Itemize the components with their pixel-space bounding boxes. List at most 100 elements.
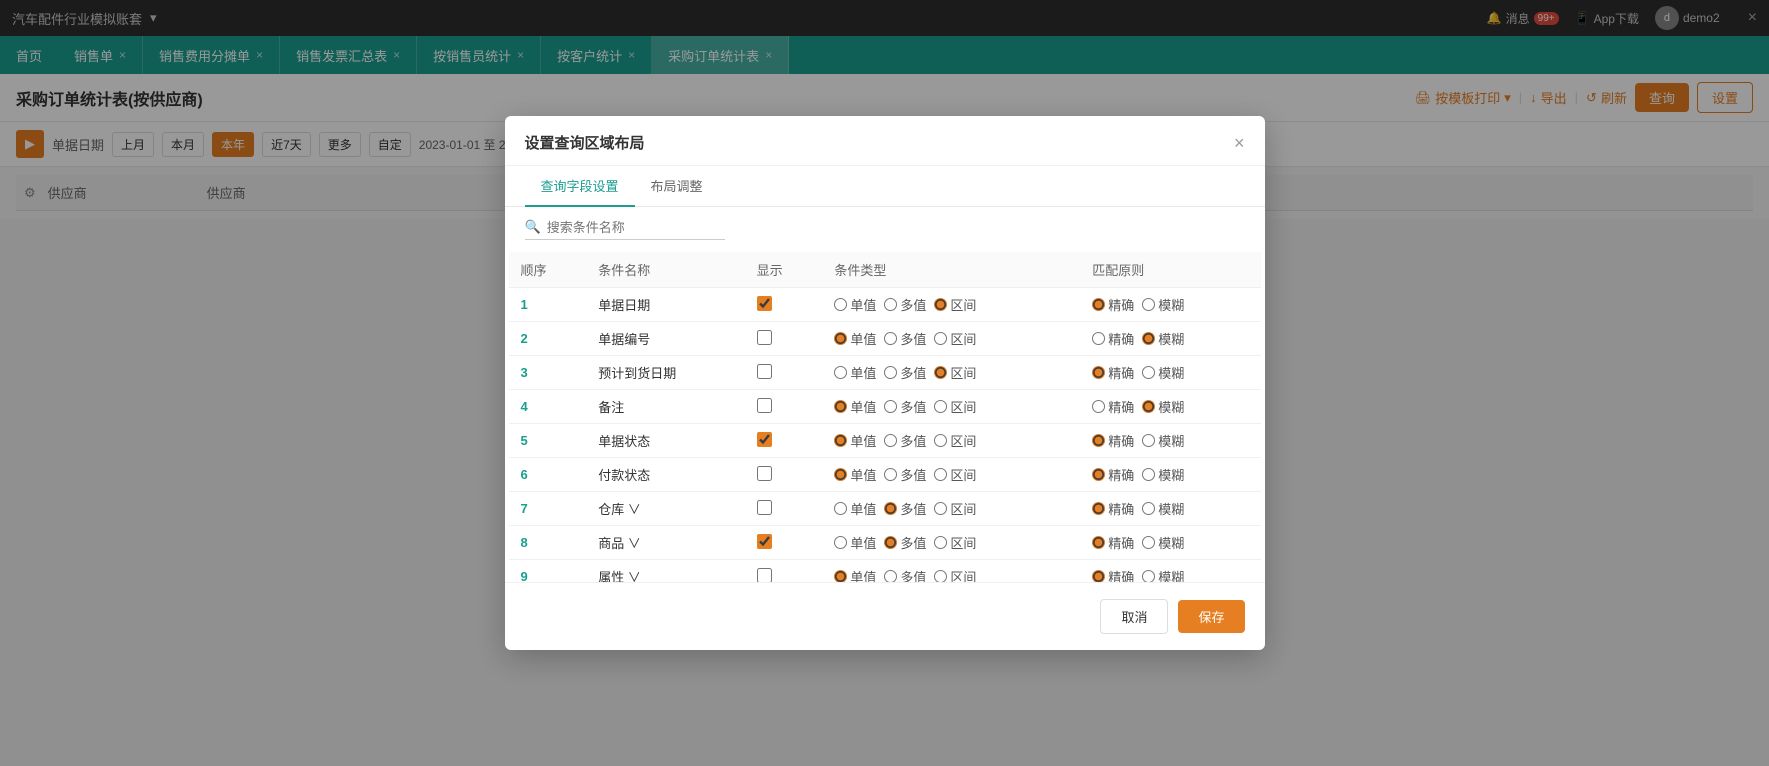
type-range-radio[interactable] xyxy=(934,536,947,549)
type-single-label[interactable]: 单值 xyxy=(834,329,876,348)
match-fuzzy-radio[interactable] xyxy=(1142,468,1155,481)
match-fuzzy-radio[interactable] xyxy=(1142,502,1155,515)
row-match-cell[interactable]: 精确 模糊 xyxy=(1080,424,1260,458)
match-fuzzy-label[interactable]: 模糊 xyxy=(1142,397,1184,416)
row-type-cell[interactable]: 单值 多值 区间 xyxy=(822,390,1080,424)
row-match-cell[interactable]: 精确 模糊 xyxy=(1080,356,1260,390)
type-range-radio[interactable] xyxy=(934,468,947,481)
dialog-close-button[interactable]: × xyxy=(1234,134,1245,152)
match-fuzzy-label[interactable]: 模糊 xyxy=(1142,465,1184,484)
row-type-cell[interactable]: 单值 多值 区间 xyxy=(822,322,1080,356)
row-match-cell[interactable]: 精确 模糊 xyxy=(1080,560,1260,583)
match-fuzzy-label[interactable]: 模糊 xyxy=(1142,533,1184,552)
match-fuzzy-radio[interactable] xyxy=(1142,298,1155,311)
type-range-label[interactable]: 区间 xyxy=(934,567,976,582)
type-multi-label[interactable]: 多值 xyxy=(884,329,926,348)
type-multi-label[interactable]: 多值 xyxy=(884,465,926,484)
type-single-label[interactable]: 单值 xyxy=(834,431,876,450)
type-multi-radio[interactable] xyxy=(884,434,897,447)
match-exact-label[interactable]: 精确 xyxy=(1092,465,1134,484)
display-checkbox-5[interactable] xyxy=(757,432,772,447)
row-display-cell[interactable] xyxy=(745,458,823,492)
type-multi-radio[interactable] xyxy=(884,366,897,379)
row-type-cell[interactable]: 单值 多值 区间 xyxy=(822,526,1080,560)
type-range-radio[interactable] xyxy=(934,502,947,515)
match-fuzzy-label[interactable]: 模糊 xyxy=(1142,499,1184,518)
type-multi-label[interactable]: 多值 xyxy=(884,533,926,552)
match-fuzzy-radio[interactable] xyxy=(1142,434,1155,447)
match-exact-radio[interactable] xyxy=(1092,400,1105,413)
display-checkbox-1[interactable] xyxy=(757,296,772,311)
type-single-radio[interactable] xyxy=(834,570,847,582)
row-display-cell[interactable] xyxy=(745,288,823,322)
display-checkbox-6[interactable] xyxy=(757,466,772,481)
type-multi-radio[interactable] xyxy=(884,468,897,481)
type-range-radio[interactable] xyxy=(934,332,947,345)
display-checkbox-9[interactable] xyxy=(757,568,772,583)
display-checkbox-4[interactable] xyxy=(757,398,772,413)
row-display-cell[interactable] xyxy=(745,356,823,390)
row-match-cell[interactable]: 精确 模糊 xyxy=(1080,390,1260,424)
type-range-radio[interactable] xyxy=(934,400,947,413)
type-single-radio[interactable] xyxy=(834,536,847,549)
type-multi-radio[interactable] xyxy=(884,332,897,345)
row-display-cell[interactable] xyxy=(745,526,823,560)
type-single-radio[interactable] xyxy=(834,468,847,481)
row-match-cell[interactable]: 精确 模糊 xyxy=(1080,492,1260,526)
type-multi-radio[interactable] xyxy=(884,502,897,515)
type-multi-label[interactable]: 多值 xyxy=(884,363,926,382)
match-exact-radio[interactable] xyxy=(1092,298,1105,311)
save-button[interactable]: 保存 xyxy=(1178,600,1244,633)
row-type-cell[interactable]: 单值 多值 区间 xyxy=(822,492,1080,526)
match-fuzzy-label[interactable]: 模糊 xyxy=(1142,295,1184,314)
row-type-cell[interactable]: 单值 多值 区间 xyxy=(822,356,1080,390)
match-fuzzy-radio[interactable] xyxy=(1142,332,1155,345)
search-input[interactable] xyxy=(547,220,707,235)
row-type-cell[interactable]: 单值 多值 区间 xyxy=(822,424,1080,458)
config-table-scroll[interactable]: 顺序 条件名称 显示 条件类型 匹配原则 1单据日期 单值 多值 区间 xyxy=(505,252,1265,582)
display-checkbox-2[interactable] xyxy=(757,330,772,345)
row-match-cell[interactable]: 精确 模糊 xyxy=(1080,322,1260,356)
type-range-label[interactable]: 区间 xyxy=(934,499,976,518)
type-single-radio[interactable] xyxy=(834,400,847,413)
match-exact-label[interactable]: 精确 xyxy=(1092,363,1134,382)
type-single-label[interactable]: 单值 xyxy=(834,397,876,416)
display-checkbox-7[interactable] xyxy=(757,500,772,515)
type-single-label[interactable]: 单值 xyxy=(834,465,876,484)
match-exact-radio[interactable] xyxy=(1092,434,1105,447)
row-match-cell[interactable]: 精确 模糊 xyxy=(1080,458,1260,492)
match-exact-label[interactable]: 精确 xyxy=(1092,329,1134,348)
row-display-cell[interactable] xyxy=(745,322,823,356)
match-exact-label[interactable]: 精确 xyxy=(1092,295,1134,314)
match-exact-radio[interactable] xyxy=(1092,366,1105,379)
row-match-cell[interactable]: 精确 模糊 xyxy=(1080,288,1260,322)
match-exact-label[interactable]: 精确 xyxy=(1092,533,1134,552)
row-match-cell[interactable]: 精确 模糊 xyxy=(1080,526,1260,560)
type-multi-label[interactable]: 多值 xyxy=(884,431,926,450)
match-exact-radio[interactable] xyxy=(1092,502,1105,515)
type-single-label[interactable]: 单值 xyxy=(834,363,876,382)
match-fuzzy-radio[interactable] xyxy=(1142,400,1155,413)
type-single-radio[interactable] xyxy=(834,366,847,379)
match-fuzzy-radio[interactable] xyxy=(1142,366,1155,379)
type-single-radio[interactable] xyxy=(834,332,847,345)
match-fuzzy-radio[interactable] xyxy=(1142,570,1155,582)
match-fuzzy-radio[interactable] xyxy=(1142,536,1155,549)
display-checkbox-8[interactable] xyxy=(757,534,772,549)
cancel-button[interactable]: 取消 xyxy=(1100,599,1168,634)
type-multi-label[interactable]: 多值 xyxy=(884,295,926,314)
type-range-label[interactable]: 区间 xyxy=(934,465,976,484)
type-multi-radio[interactable] xyxy=(884,536,897,549)
row-display-cell[interactable] xyxy=(745,390,823,424)
match-fuzzy-label[interactable]: 模糊 xyxy=(1142,329,1184,348)
type-single-label[interactable]: 单值 xyxy=(834,295,876,314)
match-fuzzy-label[interactable]: 模糊 xyxy=(1142,431,1184,450)
type-multi-radio[interactable] xyxy=(884,400,897,413)
type-range-label[interactable]: 区间 xyxy=(934,533,976,552)
row-type-cell[interactable]: 单值 多值 区间 xyxy=(822,288,1080,322)
match-exact-radio[interactable] xyxy=(1092,536,1105,549)
match-exact-radio[interactable] xyxy=(1092,332,1105,345)
type-multi-radio[interactable] xyxy=(884,570,897,582)
match-exact-label[interactable]: 精确 xyxy=(1092,431,1134,450)
type-single-radio[interactable] xyxy=(834,298,847,311)
